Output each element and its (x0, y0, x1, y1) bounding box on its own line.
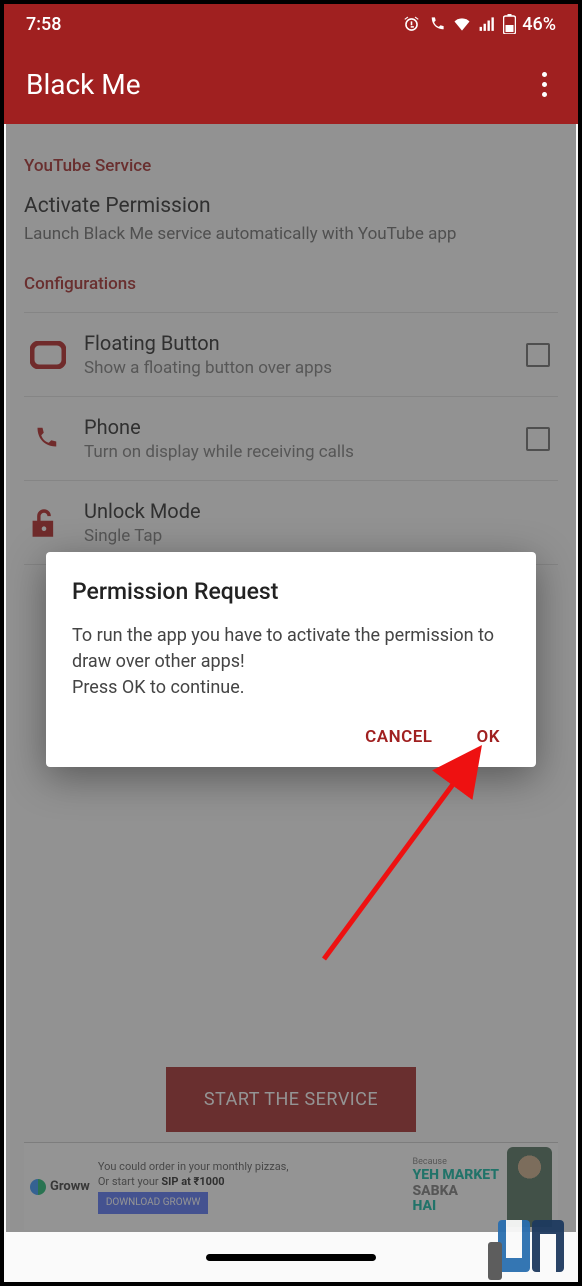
status-icons: 46% (402, 14, 556, 35)
battery-percent: 46% (522, 14, 556, 35)
status-bar: 7:58 46% (4, 4, 578, 44)
app-bar: Black Me (4, 44, 578, 124)
status-time: 7:58 (26, 14, 61, 35)
ok-button[interactable]: OK (473, 721, 505, 753)
permission-request-dialog: Permission Request To run the app you ha… (46, 552, 536, 767)
call-wifi-icon (427, 15, 446, 34)
nav-pill (206, 1254, 376, 1261)
wifi-icon (452, 14, 472, 34)
signal-icon (478, 15, 497, 34)
gadgets-to-use-watermark (488, 1212, 578, 1282)
alarm-icon (402, 15, 421, 34)
battery-icon (503, 14, 516, 34)
overflow-menu-icon[interactable] (532, 64, 556, 104)
dialog-title: Permission Request (72, 578, 510, 605)
app-title: Black Me (26, 68, 141, 101)
dialog-body: To run the app you have to activate the … (72, 623, 510, 701)
cancel-button[interactable]: CANCEL (361, 721, 436, 753)
